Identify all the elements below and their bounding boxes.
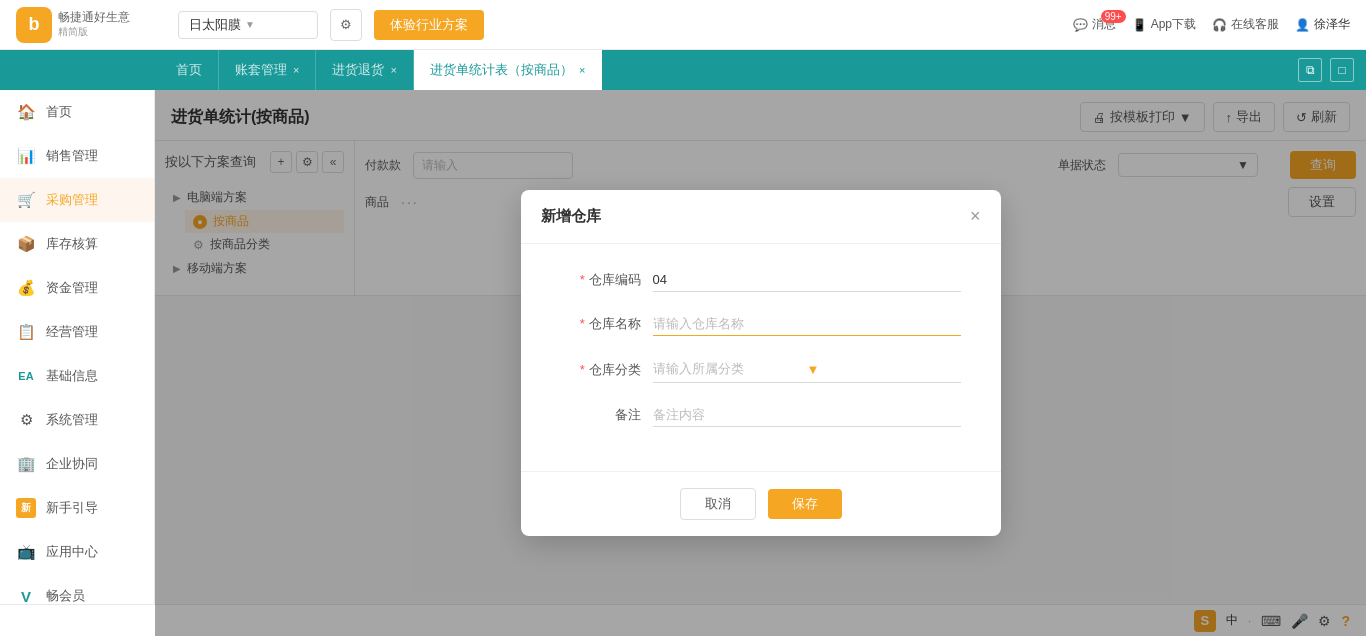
modal: 新增仓库 × 仓库编码 仓库名称 仓库分类 — [521, 190, 1001, 536]
category-label: 仓库分类 — [561, 361, 641, 379]
message-icon: 💬 — [1073, 18, 1088, 32]
sidebar-item-purchase[interactable]: 🛒 采购管理 — [0, 178, 154, 222]
form-row-code: 仓库编码 — [561, 268, 961, 292]
tab-maximize-btn[interactable]: □ — [1330, 58, 1354, 82]
gear-button[interactable]: ⚙ — [330, 9, 362, 41]
tab-purchase-return-close[interactable]: × — [390, 64, 396, 76]
app-download-item[interactable]: 📱 App下载 — [1132, 16, 1196, 33]
header-right: 💬 消息 99+ 📱 App下载 🎧 在线客服 👤 徐泽华 — [1073, 16, 1350, 33]
gear-icon: ⚙ — [340, 17, 352, 32]
tab-purchase-return[interactable]: 进货退货 × — [316, 50, 413, 90]
sidebar-item-home[interactable]: 🏠 首页 — [0, 90, 154, 134]
enterprise-icon: 🏢 — [16, 454, 36, 474]
top-header: b 畅捷通好生意 精简版 日太阳膜 ▼ ⚙ 体验行业方案 💬 消息 99+ 📱 … — [0, 0, 1366, 50]
finance-icon: 💰 — [16, 278, 36, 298]
note-label: 备注 — [561, 406, 641, 424]
name-label: 仓库名称 — [561, 315, 641, 333]
sidebar-item-finance[interactable]: 💰 资金管理 — [0, 266, 154, 310]
name-input[interactable] — [653, 312, 961, 336]
tab-home[interactable]: 首页 — [160, 50, 219, 90]
appcenter-icon: 📺 — [16, 542, 36, 562]
tab-restore-btn[interactable]: ⧉ — [1298, 58, 1322, 82]
tab-account[interactable]: 账套管理 × — [219, 50, 316, 90]
form-row-note: 备注 — [561, 403, 961, 427]
tab-purchase-stats-close[interactable]: × — [579, 64, 585, 76]
tab-purchase-return-label: 进货退货 — [332, 61, 384, 79]
sidebar: 🏠 首页 📊 销售管理 🛒 采购管理 📦 库存核算 💰 资金管理 📋 经营管理 … — [0, 90, 155, 636]
content-area: 进货单统计(按商品) 🖨 按模板打印 ▼ ↑ 导出 ↺ 刷新 — [155, 90, 1366, 636]
tab-purchase-stats[interactable]: 进货单统计表（按商品） × — [414, 50, 602, 90]
logo-text: 畅捷通好生意 — [58, 10, 130, 26]
sidebar-item-system[interactable]: ⚙ 系统管理 — [0, 398, 154, 442]
modal-close-button[interactable]: × — [970, 206, 981, 227]
sales-icon: 📊 — [16, 146, 36, 166]
tab-account-close[interactable]: × — [293, 64, 299, 76]
business-icon: 📋 — [16, 322, 36, 342]
modal-title: 新增仓库 — [541, 207, 601, 226]
save-button[interactable]: 保存 — [768, 489, 842, 519]
tab-account-label: 账套管理 — [235, 61, 287, 79]
home-icon: 🏠 — [16, 102, 36, 122]
category-arrow-icon: ▼ — [807, 362, 961, 377]
sidebar-item-guide[interactable]: 新 新手引导 — [0, 486, 154, 530]
logo-sub: 精简版 — [58, 25, 130, 39]
phone-icon: 📱 — [1132, 18, 1147, 32]
basic-icon: EA — [16, 366, 36, 386]
user-item[interactable]: 👤 徐泽华 — [1295, 16, 1350, 33]
sidebar-item-inventory[interactable]: 📦 库存核算 — [0, 222, 154, 266]
user-icon: 👤 — [1295, 18, 1310, 32]
chevron-down-icon: ▼ — [245, 19, 255, 30]
logo-icon: b — [16, 7, 52, 43]
message-item[interactable]: 💬 消息 99+ — [1073, 16, 1116, 33]
main-layout: 🏠 首页 📊 销售管理 🛒 采购管理 📦 库存核算 💰 资金管理 📋 经营管理 … — [0, 90, 1366, 636]
headset-icon: 🎧 — [1212, 18, 1227, 32]
code-label: 仓库编码 — [561, 271, 641, 289]
user-name: 徐泽华 — [1314, 16, 1350, 33]
sidebar-item-basic[interactable]: EA 基础信息 — [0, 354, 154, 398]
purchase-icon: 🛒 — [16, 190, 36, 210]
sidebar-item-business[interactable]: 📋 经营管理 — [0, 310, 154, 354]
modal-body: 仓库编码 仓库名称 仓库分类 请输入所属分类 ▼ — [521, 244, 1001, 471]
tab-bar: 首页 账套管理 × 进货退货 × 进货单统计表（按商品） × ⧉ □ — [0, 50, 1366, 90]
tab-home-label: 首页 — [176, 61, 202, 79]
service-item[interactable]: 🎧 在线客服 — [1212, 16, 1279, 33]
inventory-icon: 📦 — [16, 234, 36, 254]
logo-area: b 畅捷通好生意 精简版 — [16, 7, 166, 43]
message-badge: 99+ — [1101, 10, 1126, 23]
guide-icon: 新 — [16, 498, 36, 518]
sidebar-item-sales[interactable]: 📊 销售管理 — [0, 134, 154, 178]
trial-button[interactable]: 体验行业方案 — [374, 10, 484, 40]
form-row-category: 仓库分类 请输入所属分类 ▼ — [561, 356, 961, 383]
note-input[interactable] — [653, 403, 961, 427]
modal-footer: 取消 保存 — [521, 471, 1001, 536]
system-icon: ⚙ — [16, 410, 36, 430]
form-row-name: 仓库名称 — [561, 312, 961, 336]
modal-header: 新增仓库 × — [521, 190, 1001, 244]
tab-purchase-stats-label: 进货单统计表（按商品） — [430, 61, 573, 79]
category-select[interactable]: 请输入所属分类 ▼ — [653, 356, 961, 383]
cancel-button[interactable]: 取消 — [680, 488, 756, 520]
modal-overlay: 新增仓库 × 仓库编码 仓库名称 仓库分类 — [155, 90, 1366, 636]
store-selector[interactable]: 日太阳膜 ▼ — [178, 11, 318, 39]
sidebar-item-enterprise[interactable]: 🏢 企业协同 — [0, 442, 154, 486]
sidebar-item-appcenter[interactable]: 📺 应用中心 — [0, 530, 154, 574]
code-input[interactable] — [653, 268, 961, 292]
